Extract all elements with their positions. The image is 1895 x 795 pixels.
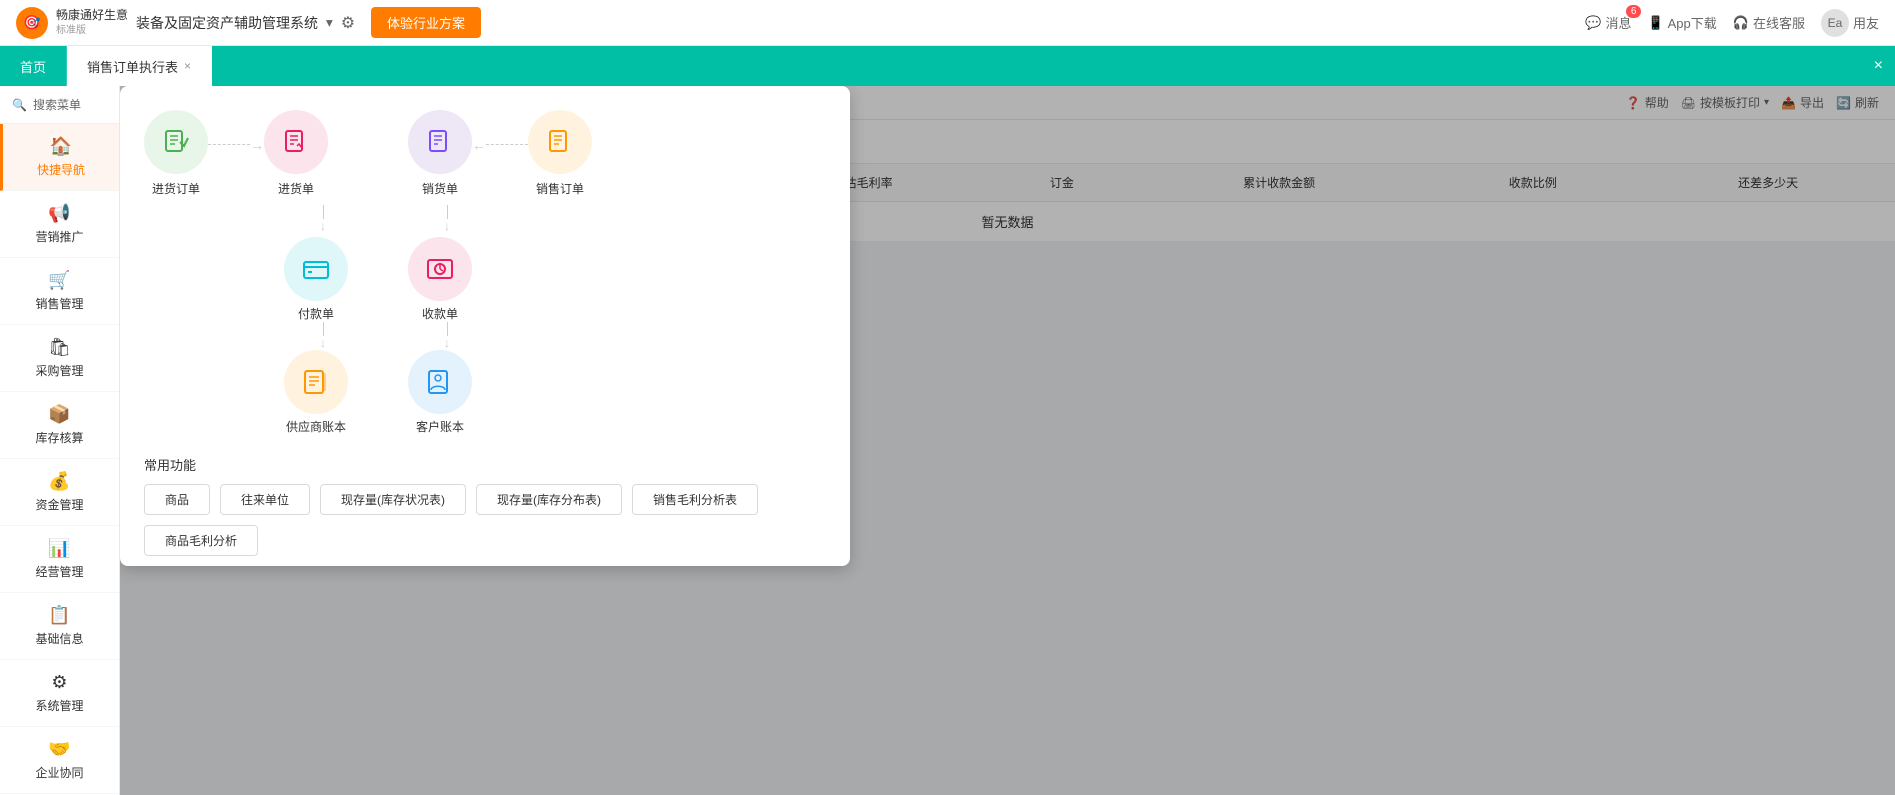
func-btn-stock-status[interactable]: 现存量(库存状况表) bbox=[320, 484, 466, 515]
finance-icon: 💰 bbox=[48, 471, 70, 492]
tab-sales-order[interactable]: 销售订单执行表 × bbox=[67, 46, 212, 86]
nav-tabs: 首页 销售订单执行表 × × bbox=[0, 46, 1895, 86]
sales-icon: 🛒 bbox=[48, 270, 70, 291]
common-functions: 常用功能 商品 往来单位 现存量(库存状况表) 现存量(库存分布表) 销售毛利分… bbox=[144, 455, 826, 566]
app-icon: 📱 bbox=[1647, 15, 1663, 31]
close-all-tabs-btn[interactable]: × bbox=[1874, 57, 1883, 75]
func-btn-goods[interactable]: 商品 bbox=[144, 484, 210, 515]
logo-area: 🎯 畅康通好生意 标准版 bbox=[16, 7, 136, 39]
sidebar: 🔍 搜索菜单 🏠 快捷导航 📢 营销推广 🛒 销售管理 🛍 采购管理 📦 库存核… bbox=[0, 86, 120, 795]
inventory-icon: 📦 bbox=[48, 404, 70, 425]
enterprise-icon: 🤝 bbox=[48, 739, 70, 760]
top-header: 🎯 畅康通好生意 标准版 装备及固定资产辅助管理系统 ▾ ⚙ 体验行业方案 💬 … bbox=[0, 0, 1895, 46]
flow-node-purchase-order[interactable]: 进货订单 bbox=[144, 110, 208, 197]
flow-node-purchase-bill[interactable]: 进货单 bbox=[264, 110, 328, 197]
system-dropdown-btn[interactable]: ▾ bbox=[326, 15, 333, 31]
sidebar-item-finance[interactable]: 💰 资金管理 bbox=[0, 459, 119, 526]
tab-close-btn[interactable]: × bbox=[184, 59, 191, 73]
popup-overlay[interactable]: 进货订单 → 进货单 bbox=[120, 86, 1895, 795]
sales-bill-icon bbox=[408, 110, 472, 174]
sales-order-icon bbox=[528, 110, 592, 174]
purchase-bill-icon bbox=[264, 110, 328, 174]
app-download-btn[interactable]: 📱 App下载 bbox=[1647, 13, 1716, 32]
content-area: ❓ 帮助 🖨 按模板打印 ▾ 📤 导出 🔄 刷新 📅 单据状态 bbox=[120, 86, 1895, 795]
logo-icon: 🎯 bbox=[16, 7, 48, 39]
func-btn-partner[interactable]: 往来单位 bbox=[220, 484, 310, 515]
experience-btn[interactable]: 体验行业方案 bbox=[371, 7, 481, 38]
func-btn-sales-margin[interactable]: 销售毛利分析表 bbox=[632, 484, 758, 515]
marketing-icon: 📢 bbox=[48, 203, 70, 224]
sidebar-item-sales[interactable]: 🛒 销售管理 bbox=[0, 258, 119, 325]
sidebar-item-enterprise[interactable]: 🤝 企业协同 bbox=[0, 727, 119, 794]
system-title: 装备及固定资产辅助管理系统 ▾ ⚙ 体验行业方案 bbox=[136, 7, 1585, 38]
sidebar-item-operation[interactable]: 📊 经营管理 bbox=[0, 526, 119, 593]
sidebar-item-basic-info[interactable]: 📋 基础信息 bbox=[0, 593, 119, 660]
sidebar-item-marketing[interactable]: 📢 营销推广 bbox=[0, 191, 119, 258]
func-btn-goods-margin[interactable]: 商品毛利分析 bbox=[144, 525, 258, 556]
sidebar-item-quick-guide[interactable]: 🏠 快捷导航 bbox=[0, 124, 119, 191]
flow-node-sales-order[interactable]: 销售订单 bbox=[528, 110, 592, 197]
avatar: Ea bbox=[1821, 9, 1849, 37]
common-functions-title: 常用功能 bbox=[144, 455, 826, 474]
sidebar-item-system[interactable]: ⚙ 系统管理 bbox=[0, 660, 119, 727]
service-icon: 🎧 bbox=[1733, 15, 1749, 31]
online-service-btn[interactable]: 🎧 在线客服 bbox=[1733, 13, 1805, 32]
sidebar-item-inventory[interactable]: 📦 库存核算 bbox=[0, 392, 119, 459]
payment-icon bbox=[284, 237, 348, 301]
flow-node-sales-bill[interactable]: 销货单 bbox=[408, 110, 472, 197]
purchase-order-icon bbox=[144, 110, 208, 174]
tab-home[interactable]: 首页 bbox=[0, 46, 67, 86]
func-btn-stock-dist[interactable]: 现存量(库存分布表) bbox=[476, 484, 622, 515]
message-badge: 6 bbox=[1626, 5, 1642, 18]
system-icon: ⚙ bbox=[51, 672, 67, 693]
basic-info-icon: 📋 bbox=[48, 605, 70, 626]
sidebar-item-purchase[interactable]: 🛍 采购管理 bbox=[0, 325, 119, 392]
quick-guide-icon: 🏠 bbox=[50, 136, 72, 157]
message-icon: 💬 bbox=[1585, 15, 1601, 31]
main-layout: 🔍 搜索菜单 🏠 快捷导航 📢 营销推广 🛒 销售管理 🛍 采购管理 📦 库存核… bbox=[0, 86, 1895, 795]
func-row-1: 商品 往来单位 现存量(库存状况表) 现存量(库存分布表) 销售毛利分析表 商品… bbox=[144, 484, 826, 556]
user-area[interactable]: Ea 用友 bbox=[1821, 9, 1879, 37]
search-icon: 🔍 bbox=[12, 98, 27, 112]
purchase-icon: 🛍 bbox=[48, 337, 71, 358]
search-menu-btn[interactable]: 🔍 搜索菜单 bbox=[0, 86, 119, 124]
logo-text: 畅康通好生意 标准版 bbox=[56, 8, 128, 37]
message-btn[interactable]: 💬 消息 6 bbox=[1585, 13, 1631, 32]
header-right: 💬 消息 6 📱 App下载 🎧 在线客服 Ea 用友 bbox=[1585, 9, 1879, 37]
supplier-ledger-icon bbox=[284, 350, 348, 414]
receipt-icon bbox=[408, 237, 472, 301]
popup-card: 进货订单 → 进货单 bbox=[120, 86, 850, 566]
customer-ledger-icon bbox=[408, 350, 472, 414]
operation-icon: 📊 bbox=[48, 538, 70, 559]
settings-btn[interactable]: ⚙ bbox=[341, 13, 355, 33]
